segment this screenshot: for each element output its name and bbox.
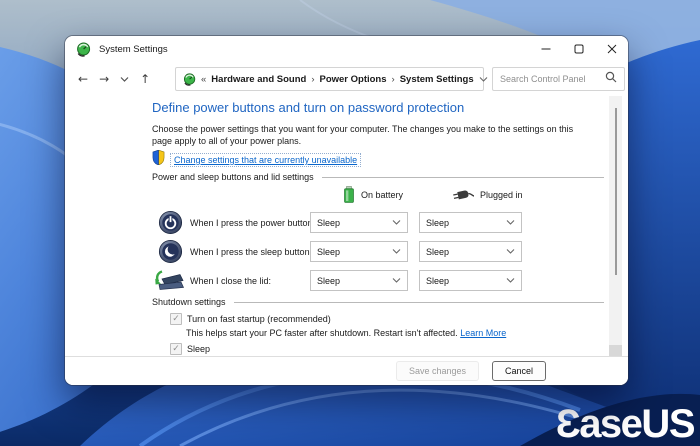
power-button-row: When I press the power button: Sleep Sle… xyxy=(65,210,628,235)
breadcrumb-item-power-options[interactable]: Power Options xyxy=(319,74,386,85)
scrollbar-thumb[interactable] xyxy=(615,108,617,275)
breadcrumb-item-hardware-and-sound[interactable]: Hardware and Sound xyxy=(211,74,306,85)
sleep-button-on-battery-select[interactable]: Sleep xyxy=(310,241,408,262)
fast-startup-label: Turn on fast startup (recommended) xyxy=(187,314,331,324)
window-controls xyxy=(529,36,628,62)
minimize-button[interactable] xyxy=(529,36,562,62)
section-divider xyxy=(233,301,604,303)
sleep-button-row: When I press the sleep button: Sleep Sle… xyxy=(65,239,628,264)
page-title: Define power buttons and turn on passwor… xyxy=(152,100,465,115)
fast-startup-description: This helps start your PC faster after sh… xyxy=(186,328,507,338)
power-options-icon xyxy=(76,42,91,57)
window-title: System Settings xyxy=(99,43,168,55)
up-button[interactable]: ↑ xyxy=(140,73,150,85)
uac-shield-icon xyxy=(152,149,165,170)
address-bar[interactable]: « Hardware and Sound › Power Options › S… xyxy=(175,67,508,91)
system-settings-window: System Settings ← → ↑ « Hardware and Sou… xyxy=(65,36,628,385)
close-button[interactable] xyxy=(595,36,628,62)
breadcrumb-item-system-settings[interactable]: System Settings xyxy=(400,74,474,85)
breadcrumb-overflow[interactable]: « xyxy=(201,74,206,85)
close-lid-plugged-in-select[interactable]: Sleep xyxy=(419,270,522,291)
sleep-button-plugged-in-select[interactable]: Sleep xyxy=(419,241,522,262)
sleep-option: ✓ Sleep xyxy=(170,343,210,355)
power-button-plugged-in-select[interactable]: Sleep xyxy=(419,212,522,233)
address-dropdown-chevron[interactable] xyxy=(479,70,488,88)
easeus-logo-initial: Ɛ xyxy=(555,402,581,446)
sleep-checkbox[interactable]: ✓ xyxy=(170,343,182,355)
cancel-button[interactable]: Cancel xyxy=(491,361,546,381)
sleep-button-icon xyxy=(158,239,183,269)
section-divider xyxy=(321,176,604,178)
plug-icon xyxy=(453,188,474,201)
close-lid-on-battery-select[interactable]: Sleep xyxy=(310,270,408,291)
search-icon[interactable] xyxy=(605,70,617,88)
change-settings-unavailable-link[interactable]: Change settings that are currently unava… xyxy=(170,153,362,167)
sleep-option-label: Sleep xyxy=(187,344,211,354)
power-button-on-battery-select[interactable]: Sleep xyxy=(310,212,408,233)
search-input[interactable] xyxy=(500,74,605,84)
easeus-logo: ƐaseUS xyxy=(555,402,696,446)
forward-button[interactable]: → xyxy=(99,73,109,85)
power-section-header: Power and sleep buttons and lid settings xyxy=(152,172,604,182)
power-button-icon xyxy=(158,210,183,240)
breadcrumb-separator: › xyxy=(391,73,395,85)
on-battery-column-header: On battery xyxy=(343,186,403,203)
fast-startup-option: ✓ Turn on fast startup (recommended) xyxy=(170,313,331,325)
settings-page: Define power buttons and turn on passwor… xyxy=(65,96,628,356)
maximize-button[interactable] xyxy=(562,36,595,62)
plugged-in-column-header: Plugged in xyxy=(453,188,523,201)
vertical-scrollbar[interactable] xyxy=(609,96,622,356)
easeus-logo-text: aseUS xyxy=(579,402,695,446)
power-options-icon xyxy=(183,72,196,86)
dialog-footer: Save changes Cancel xyxy=(65,356,628,385)
lid-close-icon xyxy=(153,270,185,297)
battery-icon xyxy=(343,186,355,203)
row-label: When I press the power button: xyxy=(190,218,316,228)
shutdown-section-header: Shutdown settings xyxy=(152,297,604,307)
search-box xyxy=(492,67,625,91)
learn-more-link[interactable]: Learn More xyxy=(460,328,506,338)
scrollbar-end-cap xyxy=(609,345,622,356)
title-bar: System Settings xyxy=(65,36,628,62)
page-description: Choose the power settings that you want … xyxy=(152,124,574,146)
row-label: When I press the sleep button: xyxy=(190,247,313,257)
save-changes-button[interactable]: Save changes xyxy=(395,361,479,381)
breadcrumb-separator: › xyxy=(311,73,315,85)
navigation-bar: ← → ↑ « Hardware and Sound › Power Optio… xyxy=(65,62,628,96)
back-button[interactable]: ← xyxy=(78,73,88,85)
fast-startup-checkbox[interactable]: ✓ xyxy=(170,313,182,325)
row-label: When I close the lid: xyxy=(190,276,272,286)
recent-pages-chevron[interactable] xyxy=(120,70,129,88)
close-lid-row: When I close the lid: Sleep Sleep xyxy=(65,270,628,292)
desktop: ƐaseUS System Settings ← → ↑ « Hardware … xyxy=(0,0,700,446)
